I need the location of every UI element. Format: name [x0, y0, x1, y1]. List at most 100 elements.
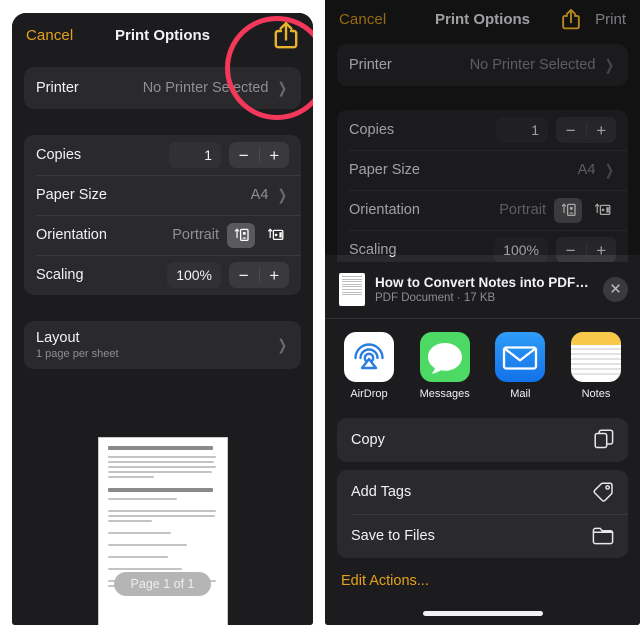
- preview-heading-1: [107, 446, 214, 450]
- edit-actions-button[interactable]: Edit Actions...: [325, 558, 640, 589]
- orientation-toggle: [554, 197, 616, 223]
- share-icon[interactable]: [561, 7, 581, 31]
- scaling-value[interactable]: 100%: [167, 262, 221, 288]
- landscape-orientation-icon[interactable]: [261, 223, 289, 248]
- action-row-copy[interactable]: Copy: [337, 418, 628, 462]
- scaling-increment-button[interactable]: +: [587, 242, 617, 259]
- right-printer-group: Printer No Printer Selected ❯: [337, 44, 628, 86]
- copies-controls: 1 − +: [496, 117, 616, 143]
- scaling-decrement-button[interactable]: −: [556, 242, 586, 259]
- copies-row: Copies 1 − +: [337, 110, 628, 150]
- cancel-button[interactable]: Cancel: [339, 11, 386, 28]
- copies-increment-button[interactable]: +: [587, 122, 617, 139]
- orientation-label: Orientation: [36, 227, 107, 243]
- paper-size-row[interactable]: Paper Size A4 ❯: [24, 175, 301, 215]
- airdrop-icon: [344, 332, 394, 382]
- copies-row: Copies 1 − +: [24, 135, 301, 175]
- close-icon[interactable]: ✕: [603, 277, 628, 302]
- chevron-right-icon: ❯: [277, 79, 288, 97]
- layout-right: ❯: [276, 338, 289, 353]
- layout-text: Layout 1 page per sheet: [36, 330, 119, 360]
- home-indicator: [422, 611, 543, 616]
- landscape-orientation-icon[interactable]: [588, 198, 616, 223]
- copies-decrement-button[interactable]: −: [556, 122, 586, 139]
- document-thumbnail-icon: [339, 273, 365, 306]
- preview-heading-2: [107, 488, 214, 492]
- document-title: How to Convert Notes into PDF in i...: [375, 275, 590, 290]
- page-indicator: Page 1 of 1: [113, 572, 212, 596]
- orientation-value: Portrait: [499, 202, 546, 218]
- action-label: Copy: [351, 432, 385, 448]
- cancel-button[interactable]: Cancel: [26, 27, 73, 44]
- share-target-mail[interactable]: Mail: [486, 332, 554, 400]
- share-target-label: AirDrop: [350, 388, 388, 400]
- scaling-label: Scaling: [36, 267, 84, 283]
- notes-icon: [570, 332, 621, 382]
- copies-stepper: − +: [556, 117, 616, 143]
- action-label: Add Tags: [351, 484, 412, 500]
- share-target-airdrop[interactable]: AirDrop: [335, 332, 403, 400]
- paper-size-value: A4: [577, 162, 596, 178]
- right-phone-panel: Cancel Print Options Print Printer No Pr…: [325, 0, 640, 625]
- scaling-increment-button[interactable]: +: [260, 267, 290, 284]
- printer-label: Printer: [349, 57, 392, 73]
- printer-row[interactable]: Printer No Printer Selected ❯: [24, 67, 301, 109]
- scaling-decrement-button[interactable]: −: [229, 267, 259, 284]
- orientation-right: Portrait: [172, 222, 289, 248]
- share-target-messages[interactable]: Messages: [411, 332, 479, 400]
- layout-sublabel: 1 page per sheet: [36, 348, 119, 360]
- right-options-group: Copies 1 − + Paper Size A4 ❯ Orientation…: [337, 110, 628, 270]
- copy-action-group: Copy: [337, 418, 628, 462]
- copies-label: Copies: [349, 122, 395, 138]
- document-preview-page[interactable]: Page 1 of 1: [97, 437, 228, 625]
- copies-decrement-button[interactable]: −: [229, 147, 259, 164]
- scaling-row: Scaling 100% − +: [24, 255, 301, 295]
- share-target-notes[interactable]: Notes: [562, 332, 630, 400]
- printer-label: Printer: [36, 80, 79, 96]
- paper-size-right: A4 ❯: [578, 162, 616, 178]
- copies-value[interactable]: 1: [496, 117, 548, 143]
- orientation-value: Portrait: [172, 227, 219, 243]
- printer-row[interactable]: Printer No Printer Selected ❯: [337, 44, 628, 86]
- mail-icon: [495, 332, 546, 382]
- print-button[interactable]: Print: [595, 11, 626, 28]
- copies-stepper: − +: [229, 142, 289, 168]
- left-layout-group: Layout 1 page per sheet ❯: [24, 321, 301, 369]
- left-options-group: Copies 1 − + Paper Size A4 ❯ Orientation…: [24, 135, 301, 295]
- action-row-save-to-files[interactable]: Save to Files: [337, 514, 628, 558]
- paper-size-label: Paper Size: [349, 162, 420, 178]
- share-target-label: Notes: [581, 388, 611, 400]
- left-phone-panel: Cancel Print Options Printer No Printer …: [12, 13, 313, 625]
- action-row-add-tags[interactable]: Add Tags: [337, 470, 628, 514]
- paper-size-value: A4: [250, 187, 269, 203]
- scaling-controls: 100% − +: [494, 237, 616, 263]
- printer-value: No Printer Selected: [469, 57, 596, 73]
- share-targets-row: AirDrop Messages Mail Notes: [325, 319, 640, 410]
- share-icon[interactable]: [273, 20, 299, 50]
- layout-row[interactable]: Layout 1 page per sheet ❯: [24, 321, 301, 369]
- paper-size-row[interactable]: Paper Size A4 ❯: [337, 150, 628, 190]
- portrait-orientation-icon[interactable]: [554, 197, 582, 223]
- right-nav-right: Print: [561, 7, 626, 31]
- share-sheet: How to Convert Notes into PDF in i... PD…: [325, 262, 640, 625]
- orientation-right: Portrait: [499, 197, 616, 223]
- layout-label: Layout: [36, 330, 80, 346]
- screenshot-stage: Cancel Print Options Printer No Printer …: [0, 0, 640, 640]
- copies-value[interactable]: 1: [169, 142, 221, 168]
- paper-size-label: Paper Size: [36, 187, 107, 203]
- portrait-orientation-icon[interactable]: [227, 222, 255, 248]
- document-meta: How to Convert Notes into PDF in i... PD…: [375, 275, 590, 304]
- copies-label: Copies: [36, 147, 82, 163]
- share-target-label: Mail: [510, 388, 531, 400]
- tag-icon: [592, 481, 614, 503]
- messages-icon: [419, 332, 470, 382]
- scaling-value[interactable]: 100%: [494, 237, 548, 263]
- copies-increment-button[interactable]: +: [260, 147, 290, 164]
- scaling-stepper: − +: [229, 262, 289, 288]
- scaling-label: Scaling: [349, 242, 397, 258]
- document-subtitle: PDF Document · 17 KB: [375, 292, 496, 304]
- left-printer-group: Printer No Printer Selected ❯: [24, 67, 301, 109]
- orientation-row: Orientation Portrait: [337, 190, 628, 230]
- left-nav-bar: Cancel Print Options: [12, 13, 313, 57]
- copies-controls: 1 − +: [169, 142, 289, 168]
